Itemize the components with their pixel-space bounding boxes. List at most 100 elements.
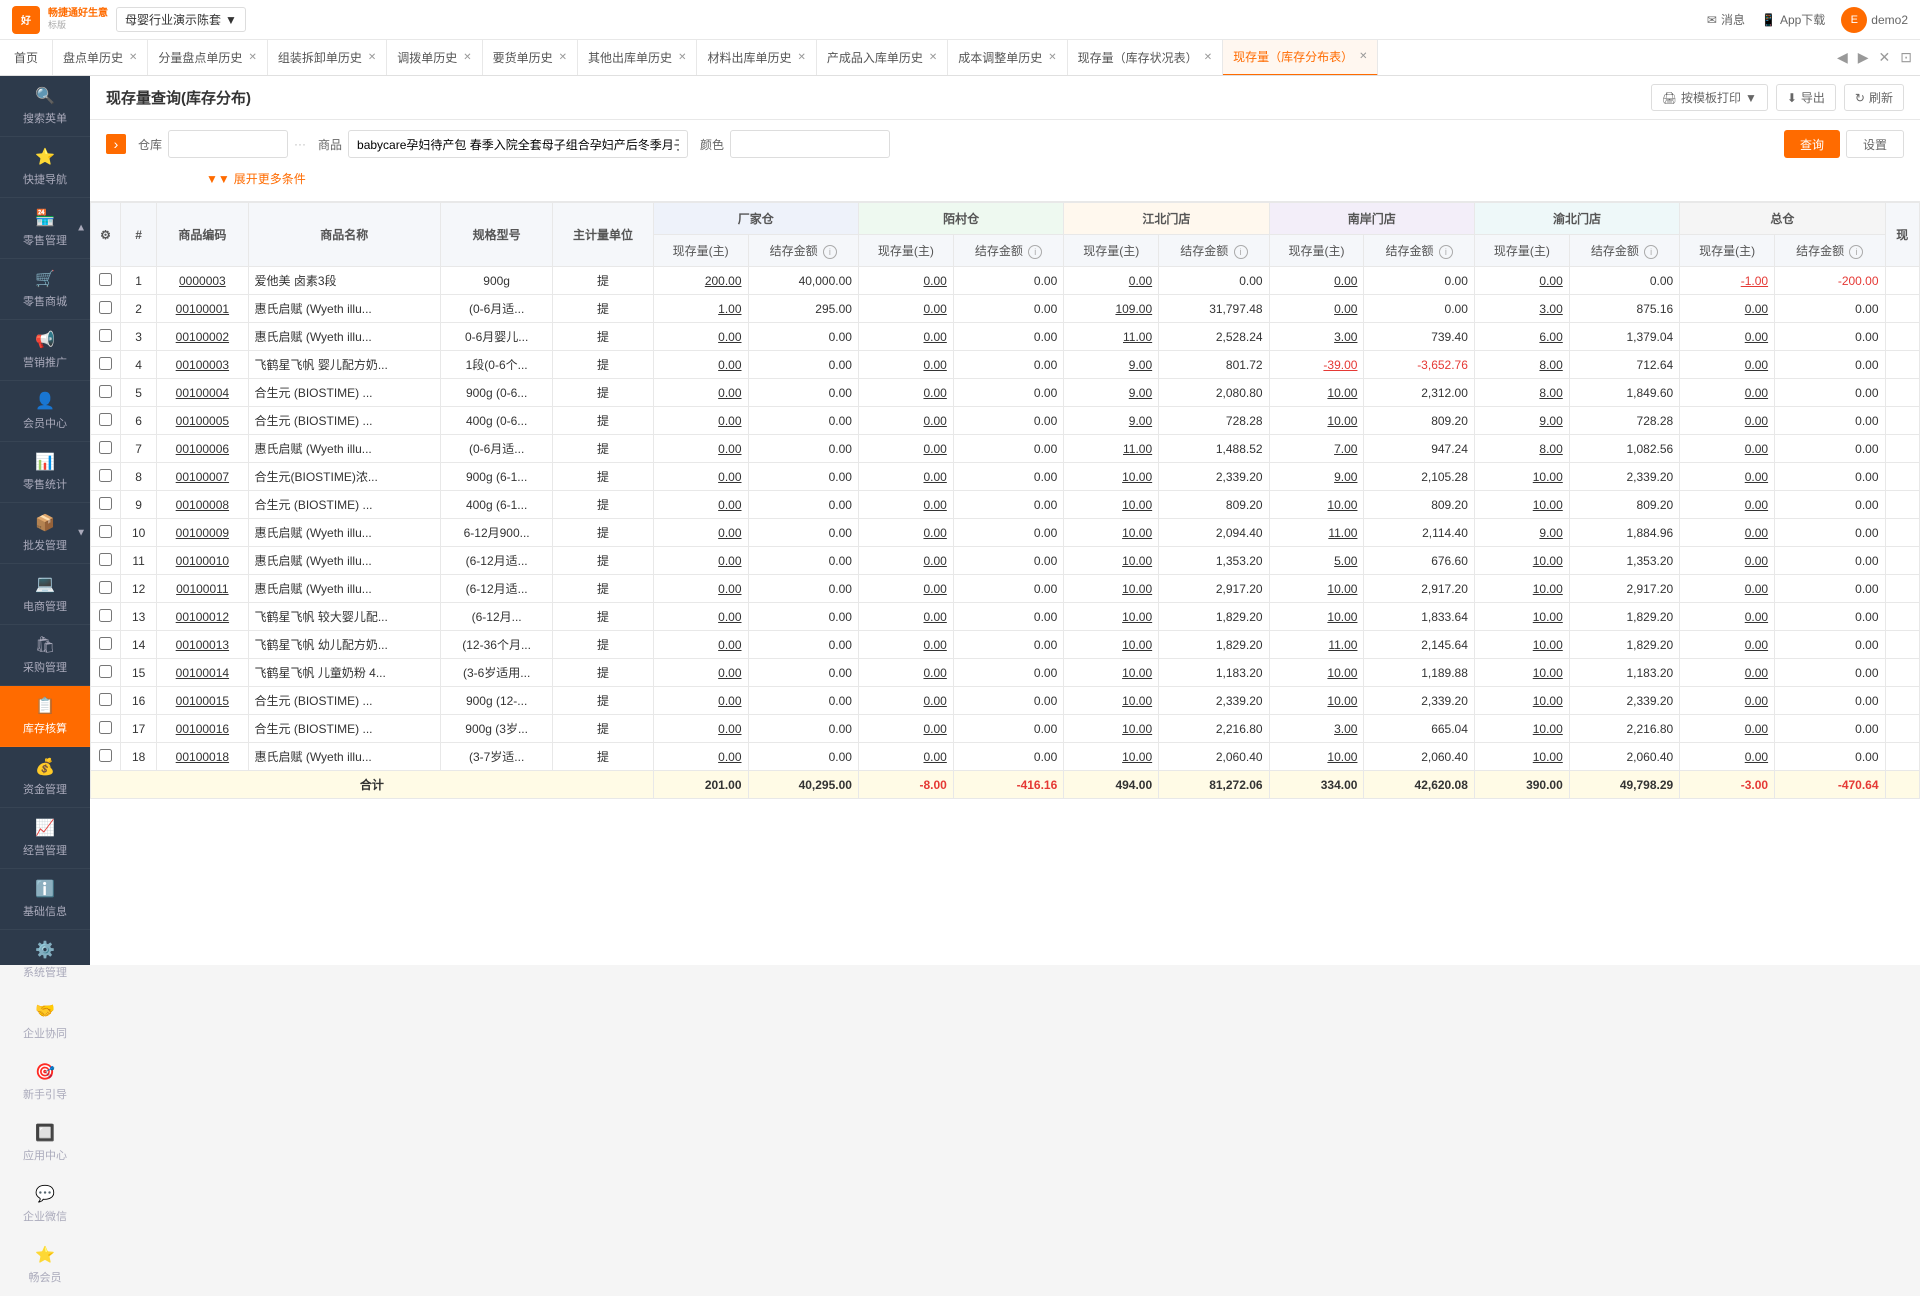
row-total-cur[interactable]: 0.00	[1680, 715, 1775, 743]
row-jiangbei-cur[interactable]: 10.00	[1064, 547, 1159, 575]
tab-组装拆卸单历史[interactable]: 组装拆卸单历史 ✕	[268, 40, 387, 76]
row-yubei-cur[interactable]: 10.00	[1474, 491, 1569, 519]
row-changjia-cur[interactable]: 0.00	[653, 547, 748, 575]
row-checkbox[interactable]	[91, 407, 121, 435]
goods-input[interactable]	[348, 130, 688, 158]
tab-现存量库存分布表[interactable]: 现存量（库存分布表） ✕	[1223, 40, 1378, 76]
row-changjia-cur[interactable]: 0.00	[653, 603, 748, 631]
row-mucun-cur[interactable]: 0.00	[858, 575, 953, 603]
row-yubei-cur[interactable]: 9.00	[1474, 407, 1569, 435]
tab-next-btn[interactable]: ▶	[1854, 47, 1873, 68]
row-total-cur[interactable]: 0.00	[1680, 631, 1775, 659]
tab-其他出库单历史[interactable]: 其他出库单历史 ✕	[578, 40, 697, 76]
tab-盘点单历史[interactable]: 盘点单历史 ✕	[53, 40, 148, 76]
sidebar-item-purchase[interactable]: 🛍 采购管理	[0, 625, 90, 686]
row-yubei-cur[interactable]: 10.00	[1474, 631, 1569, 659]
sidebar-item-marketing[interactable]: 📢 营销推广	[0, 320, 90, 381]
tab-成本调整单历史[interactable]: 成本调整单历史 ✕	[948, 40, 1067, 76]
row-code[interactable]: 00100002	[157, 323, 248, 351]
row-nanan-cur[interactable]: 11.00	[1269, 519, 1364, 547]
sidebar-item-wholesale[interactable]: 📦 批发管理 ▼	[0, 503, 90, 564]
row-mucun-cur[interactable]: 0.00	[858, 407, 953, 435]
row-yubei-cur[interactable]: 10.00	[1474, 743, 1569, 771]
row-checkbox[interactable]	[91, 323, 121, 351]
row-nanan-cur[interactable]: 11.00	[1269, 631, 1364, 659]
row-total-cur[interactable]: 0.00	[1680, 547, 1775, 575]
row-mucun-cur[interactable]: 0.00	[858, 631, 953, 659]
sidebar-item-member2[interactable]: ⭐ 畅会员	[0, 1235, 90, 1296]
row-code[interactable]: 00100010	[157, 547, 248, 575]
row-checkbox[interactable]	[91, 295, 121, 323]
sidebar-item-inventory[interactable]: 📋 库存核算	[0, 686, 90, 747]
row-jiangbei-cur[interactable]: 9.00	[1064, 351, 1159, 379]
sidebar-item-finance[interactable]: 💰 资金管理	[0, 747, 90, 808]
row-jiangbei-cur[interactable]: 10.00	[1064, 575, 1159, 603]
row-nanan-cur[interactable]: 9.00	[1269, 463, 1364, 491]
row-mucun-cur[interactable]: 0.00	[858, 351, 953, 379]
row-code[interactable]: 00100005	[157, 407, 248, 435]
row-mucun-cur[interactable]: 0.00	[858, 743, 953, 771]
sidebar-item-system[interactable]: ⚙️ 系统管理	[0, 930, 90, 991]
row-code[interactable]: 00100012	[157, 603, 248, 631]
tab-现存量库存状况表[interactable]: 现存量（库存状况表） ✕	[1068, 40, 1223, 76]
row-nanan-cur[interactable]: 0.00	[1269, 295, 1364, 323]
row-mucun-cur[interactable]: 0.00	[858, 547, 953, 575]
row-checkbox[interactable]	[91, 267, 121, 295]
row-total-cur[interactable]: 0.00	[1680, 295, 1775, 323]
expand-filter-btn[interactable]: ›	[106, 134, 126, 154]
row-jiangbei-cur[interactable]: 10.00	[1064, 743, 1159, 771]
tab-close-all-btn[interactable]: ✕	[1875, 47, 1895, 68]
row-mucun-cur[interactable]: 0.00	[858, 323, 953, 351]
message-btn[interactable]: ✉ 消息	[1707, 11, 1745, 28]
row-yubei-cur[interactable]: 10.00	[1474, 659, 1569, 687]
row-yubei-cur[interactable]: 10.00	[1474, 547, 1569, 575]
row-nanan-cur[interactable]: 10.00	[1269, 687, 1364, 715]
row-code[interactable]: 00100004	[157, 379, 248, 407]
row-total-cur[interactable]: 0.00	[1680, 659, 1775, 687]
row-total-cur[interactable]: 0.00	[1680, 407, 1775, 435]
row-jiangbei-cur[interactable]: 10.00	[1064, 463, 1159, 491]
row-nanan-cur[interactable]: 10.00	[1269, 743, 1364, 771]
color-input[interactable]	[730, 130, 890, 158]
row-nanan-cur[interactable]: 10.00	[1269, 603, 1364, 631]
row-code[interactable]: 00100003	[157, 351, 248, 379]
row-mucun-cur[interactable]: 0.00	[858, 379, 953, 407]
row-code[interactable]: 00100015	[157, 687, 248, 715]
row-total-cur[interactable]: 0.00	[1680, 323, 1775, 351]
row-mucun-cur[interactable]: 0.00	[858, 659, 953, 687]
sidebar-item-retail-stats[interactable]: 📊 零售统计	[0, 442, 90, 503]
row-checkbox[interactable]	[91, 687, 121, 715]
row-changjia-cur[interactable]: 0.00	[653, 323, 748, 351]
row-nanan-cur[interactable]: 0.00	[1269, 267, 1364, 295]
tab-产成品入库单历史[interactable]: 产成品入库单历史 ✕	[817, 40, 948, 76]
row-mucun-cur[interactable]: 0.00	[858, 491, 953, 519]
row-nanan-cur[interactable]: 10.00	[1269, 379, 1364, 407]
row-yubei-cur[interactable]: 0.00	[1474, 267, 1569, 295]
row-changjia-cur[interactable]: 0.00	[653, 351, 748, 379]
sidebar-item-newbie[interactable]: 🎯 新手引导	[0, 1052, 90, 1113]
row-yubei-cur[interactable]: 10.00	[1474, 715, 1569, 743]
row-changjia-cur[interactable]: 0.00	[653, 435, 748, 463]
sidebar-item-ecommerce[interactable]: 💻 电商管理	[0, 564, 90, 625]
row-mucun-cur[interactable]: 0.00	[858, 295, 953, 323]
row-mucun-cur[interactable]: 0.00	[858, 463, 953, 491]
row-mucun-cur[interactable]: 0.00	[858, 519, 953, 547]
row-code[interactable]: 00100011	[157, 575, 248, 603]
row-jiangbei-cur[interactable]: 109.00	[1064, 295, 1159, 323]
row-checkbox[interactable]	[91, 631, 121, 659]
row-jiangbei-cur[interactable]: 10.00	[1064, 519, 1159, 547]
sidebar-item-app-center[interactable]: 🔲 应用中心	[0, 1113, 90, 1174]
row-nanan-cur[interactable]: -39.00	[1269, 351, 1364, 379]
row-checkbox[interactable]	[91, 603, 121, 631]
row-jiangbei-cur[interactable]: 10.00	[1064, 659, 1159, 687]
row-nanan-cur[interactable]: 10.00	[1269, 491, 1364, 519]
row-changjia-cur[interactable]: 0.00	[653, 575, 748, 603]
row-total-cur[interactable]: 0.00	[1680, 379, 1775, 407]
row-yubei-cur[interactable]: 9.00	[1474, 519, 1569, 547]
row-code[interactable]: 00100018	[157, 743, 248, 771]
row-nanan-cur[interactable]: 10.00	[1269, 407, 1364, 435]
row-checkbox[interactable]	[91, 715, 121, 743]
row-jiangbei-cur[interactable]: 10.00	[1064, 687, 1159, 715]
row-yubei-cur[interactable]: 10.00	[1474, 575, 1569, 603]
row-yubei-cur[interactable]: 6.00	[1474, 323, 1569, 351]
